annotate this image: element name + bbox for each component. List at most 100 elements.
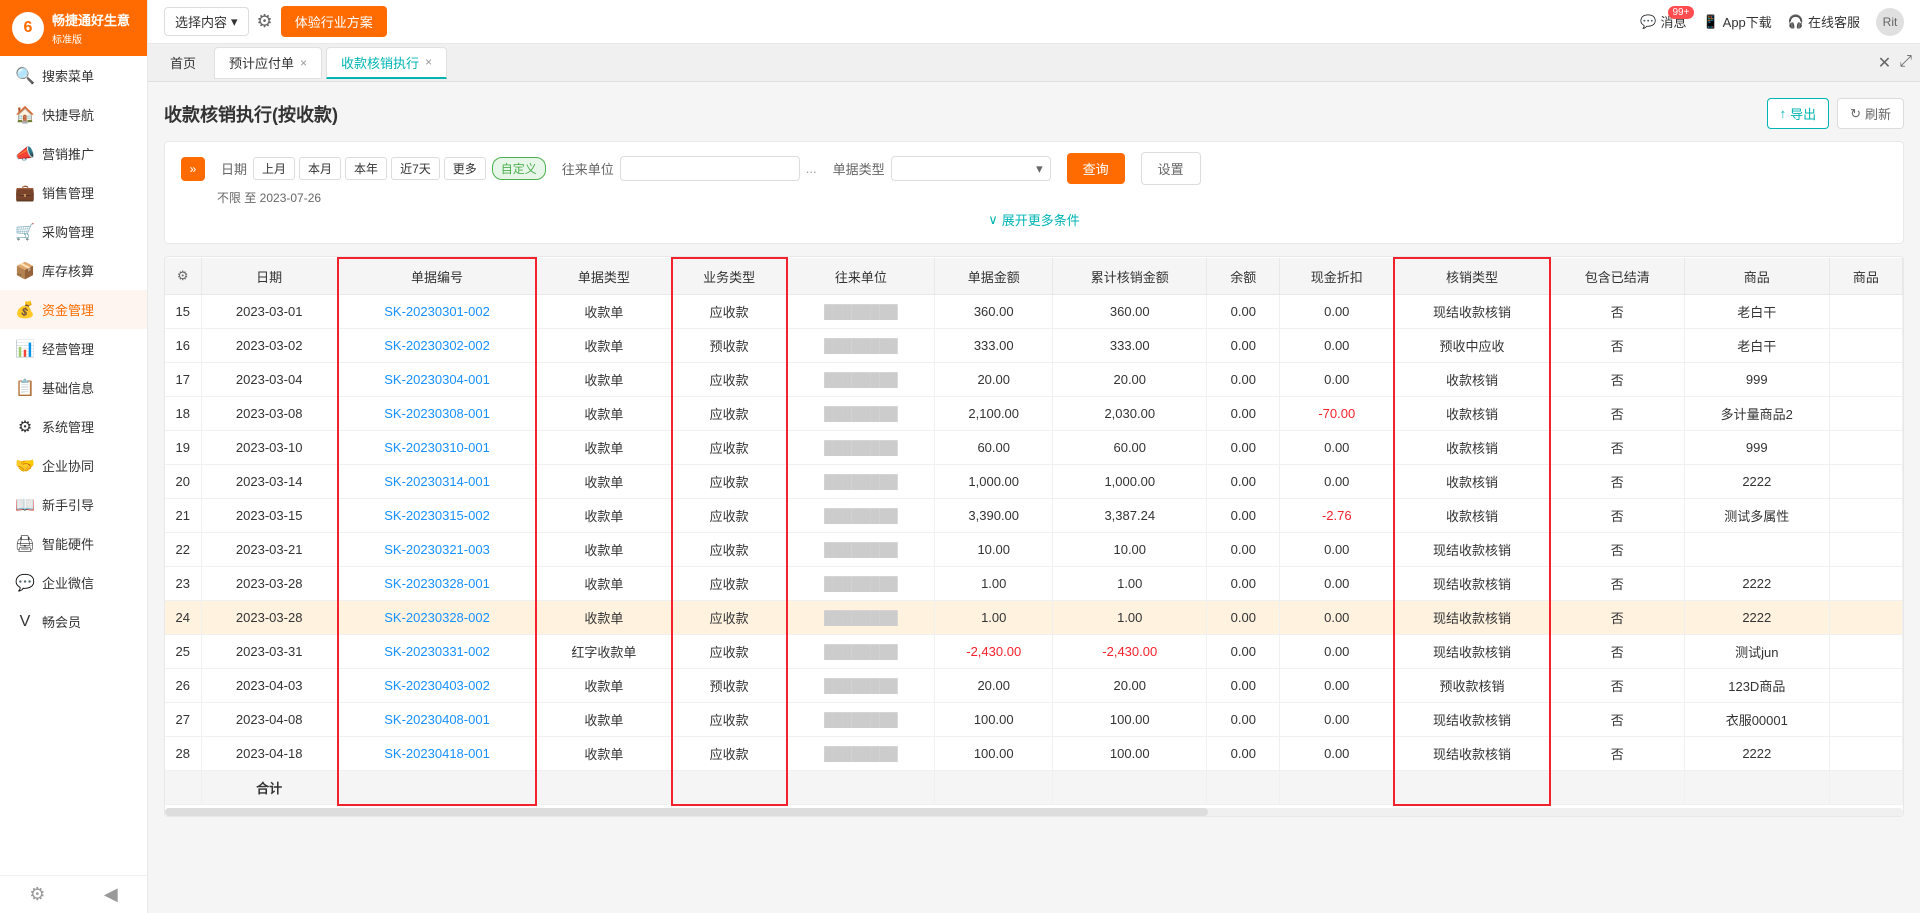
td-amount: 60.00 xyxy=(935,431,1053,465)
sidebar-item-quicknav[interactable]: 🏠快捷导航 xyxy=(0,95,147,134)
td-order_no: SK-20230314-001 xyxy=(338,465,536,499)
td-amount: 2,100.00 xyxy=(935,397,1053,431)
order-link[interactable]: SK-20230403-002 xyxy=(384,678,490,693)
th-balance: 余额 xyxy=(1207,258,1280,295)
order-link[interactable]: SK-20230321-003 xyxy=(384,542,490,557)
expand-icon[interactable]: ⤢ xyxy=(1899,53,1912,73)
setting-btn[interactable]: 设置 xyxy=(1141,152,1201,185)
td-include_settled: 否 xyxy=(1550,703,1685,737)
query-btn[interactable]: 查询 xyxy=(1067,153,1125,184)
sidebar-item-sales[interactable]: 💼销售管理 xyxy=(0,173,147,212)
counterpart-input[interactable] xyxy=(620,156,800,181)
sidebar-item-search[interactable]: 🔍搜索菜单 xyxy=(0,56,147,95)
td-discount: 0.00 xyxy=(1280,703,1394,737)
phone-icon: 📱 xyxy=(1702,14,1718,30)
export-icon: ↑ xyxy=(1780,106,1787,121)
tab-prepay[interactable]: 预计应付单× xyxy=(214,47,322,79)
tab-home[interactable]: 首页 xyxy=(156,47,210,79)
td-include_settled: 否 xyxy=(1550,669,1685,703)
tab-close-receipt-cancel[interactable]: × xyxy=(425,55,432,69)
sidebar-item-purchase[interactable]: 🛒采购管理 xyxy=(0,212,147,251)
sidebar-item-finance[interactable]: 💰资金管理 xyxy=(0,290,147,329)
td-amount: 3,390.00 xyxy=(935,499,1053,533)
logo-subtitle: 标准版 xyxy=(52,31,130,46)
tab-receipt-cancel[interactable]: 收款核销执行× xyxy=(326,47,447,79)
td-counterpart: ████████ xyxy=(787,329,935,363)
horizontal-scrollbar[interactable] xyxy=(165,808,1903,816)
sidebar-item-marketing[interactable]: 📣营销推广 xyxy=(0,134,147,173)
td-discount: 0.00 xyxy=(1280,601,1394,635)
order-link[interactable]: SK-20230418-001 xyxy=(384,746,490,761)
avatar[interactable]: Rit xyxy=(1876,8,1904,36)
sidebar-item-basic[interactable]: 📋基础信息 xyxy=(0,368,147,407)
date-btn-本年[interactable]: 本年 xyxy=(345,157,387,180)
td-discount: 0.00 xyxy=(1280,669,1394,703)
date-btn-上月[interactable]: 上月 xyxy=(253,157,295,180)
th-cancel_amount: 累计核销金额 xyxy=(1053,258,1207,295)
close-tab-icon[interactable]: ✕ xyxy=(1878,53,1891,73)
order-link[interactable]: SK-20230328-002 xyxy=(384,610,490,625)
export-btn[interactable]: ↑ 导出 xyxy=(1767,98,1830,129)
topbar-select[interactable]: 选择内容 ▾ xyxy=(164,7,249,36)
order-link[interactable]: SK-20230301-002 xyxy=(384,304,490,319)
refresh-btn[interactable]: ↻ 刷新 xyxy=(1837,98,1904,129)
td-total-product2 xyxy=(1829,771,1902,805)
expand-more-btn[interactable]: ∨ 展开更多条件 xyxy=(181,206,1887,233)
date-range-display: 不限 至 2023-07-26 xyxy=(217,189,1887,206)
sidebar-icon-member: V xyxy=(16,613,34,631)
sidebar-label-quicknav: 快捷导航 xyxy=(42,105,94,124)
order-link[interactable]: SK-20230315-002 xyxy=(384,508,490,523)
sidebar-item-member[interactable]: V畅会员 xyxy=(0,602,147,641)
sidebar-item-operation[interactable]: 📊经营管理 xyxy=(0,329,147,368)
tab-close-prepay[interactable]: × xyxy=(300,56,307,70)
td-biz_type: 应收款 xyxy=(672,499,787,533)
order-link[interactable]: SK-20230304-001 xyxy=(384,372,490,387)
sidebar: 6 畅捷通好生意 标准版 🔍搜索菜单🏠快捷导航📣营销推广💼销售管理🛒采购管理📦库… xyxy=(0,0,148,913)
counterpart-label: 往来单位 xyxy=(562,159,614,178)
order-link[interactable]: SK-20230314-001 xyxy=(384,474,490,489)
order-link[interactable]: SK-20230328-001 xyxy=(384,576,490,591)
settings-icon[interactable]: ⚙ xyxy=(29,884,45,905)
sidebar-item-hardware[interactable]: 🖨智能硬件 xyxy=(0,524,147,563)
messages-btn[interactable]: 💬 消息 99+ xyxy=(1640,12,1686,31)
table-gear-btn[interactable]: ⚙ xyxy=(177,268,189,284)
counterpart-masked: ████████ xyxy=(824,474,898,489)
scrollbar-thumb[interactable] xyxy=(165,808,1208,816)
td-receipt_type: 收款单 xyxy=(536,329,671,363)
collapse-icon[interactable]: ◀ xyxy=(104,884,118,905)
td-balance: 0.00 xyxy=(1207,601,1280,635)
custom-btn[interactable]: 自定义 xyxy=(492,157,546,180)
date-btn-近7天[interactable]: 近7天 xyxy=(391,157,440,180)
date-btn-更多[interactable]: 更多 xyxy=(444,157,486,180)
sidebar-item-inventory[interactable]: 📦库存核算 xyxy=(0,251,147,290)
td-gear: 23 xyxy=(165,567,201,601)
td-date: 2023-03-21 xyxy=(201,533,338,567)
order-link[interactable]: SK-20230308-001 xyxy=(384,406,490,421)
order-link[interactable]: SK-20230408-001 xyxy=(384,712,490,727)
td-balance: 0.00 xyxy=(1207,465,1280,499)
td-biz_type: 应收款 xyxy=(672,567,787,601)
gear-icon[interactable]: ⚙ xyxy=(257,11,273,32)
sidebar-item-corp[interactable]: 🤝企业协同 xyxy=(0,446,147,485)
order-link[interactable]: SK-20230331-002 xyxy=(384,644,490,659)
td-amount: 100.00 xyxy=(935,703,1053,737)
sidebar-item-wechat[interactable]: 💬企业微信 xyxy=(0,563,147,602)
refresh-icon: ↻ xyxy=(1850,106,1861,122)
date-btn-本月[interactable]: 本月 xyxy=(299,157,341,180)
order-link[interactable]: SK-20230310-001 xyxy=(384,440,490,455)
td-cancel_amount: 60.00 xyxy=(1053,431,1207,465)
page-title-row: 收款核销执行(按收款) ↑ 导出 ↻ 刷新 xyxy=(164,98,1904,129)
sidebar-label-hardware: 智能硬件 xyxy=(42,534,94,553)
app-download-btn[interactable]: 📱 App下载 xyxy=(1702,12,1771,31)
table-row: 152023-03-01SK-20230301-002收款单应收款███████… xyxy=(165,295,1903,329)
td-date: 2023-03-02 xyxy=(201,329,338,363)
td-receipt_type: 收款单 xyxy=(536,465,671,499)
receipt-type-select[interactable] xyxy=(891,156,1051,181)
industry-btn[interactable]: 体验行业方案 xyxy=(281,6,387,37)
online-service-btn[interactable]: 🎧 在线客服 xyxy=(1788,12,1860,31)
sidebar-item-system[interactable]: ⚙系统管理 xyxy=(0,407,147,446)
counterpart-more-icon[interactable]: ... xyxy=(806,161,817,176)
filter-toggle[interactable]: » xyxy=(181,157,205,181)
order-link[interactable]: SK-20230302-002 xyxy=(384,338,490,353)
sidebar-item-guide[interactable]: 📖新手引导 xyxy=(0,485,147,524)
